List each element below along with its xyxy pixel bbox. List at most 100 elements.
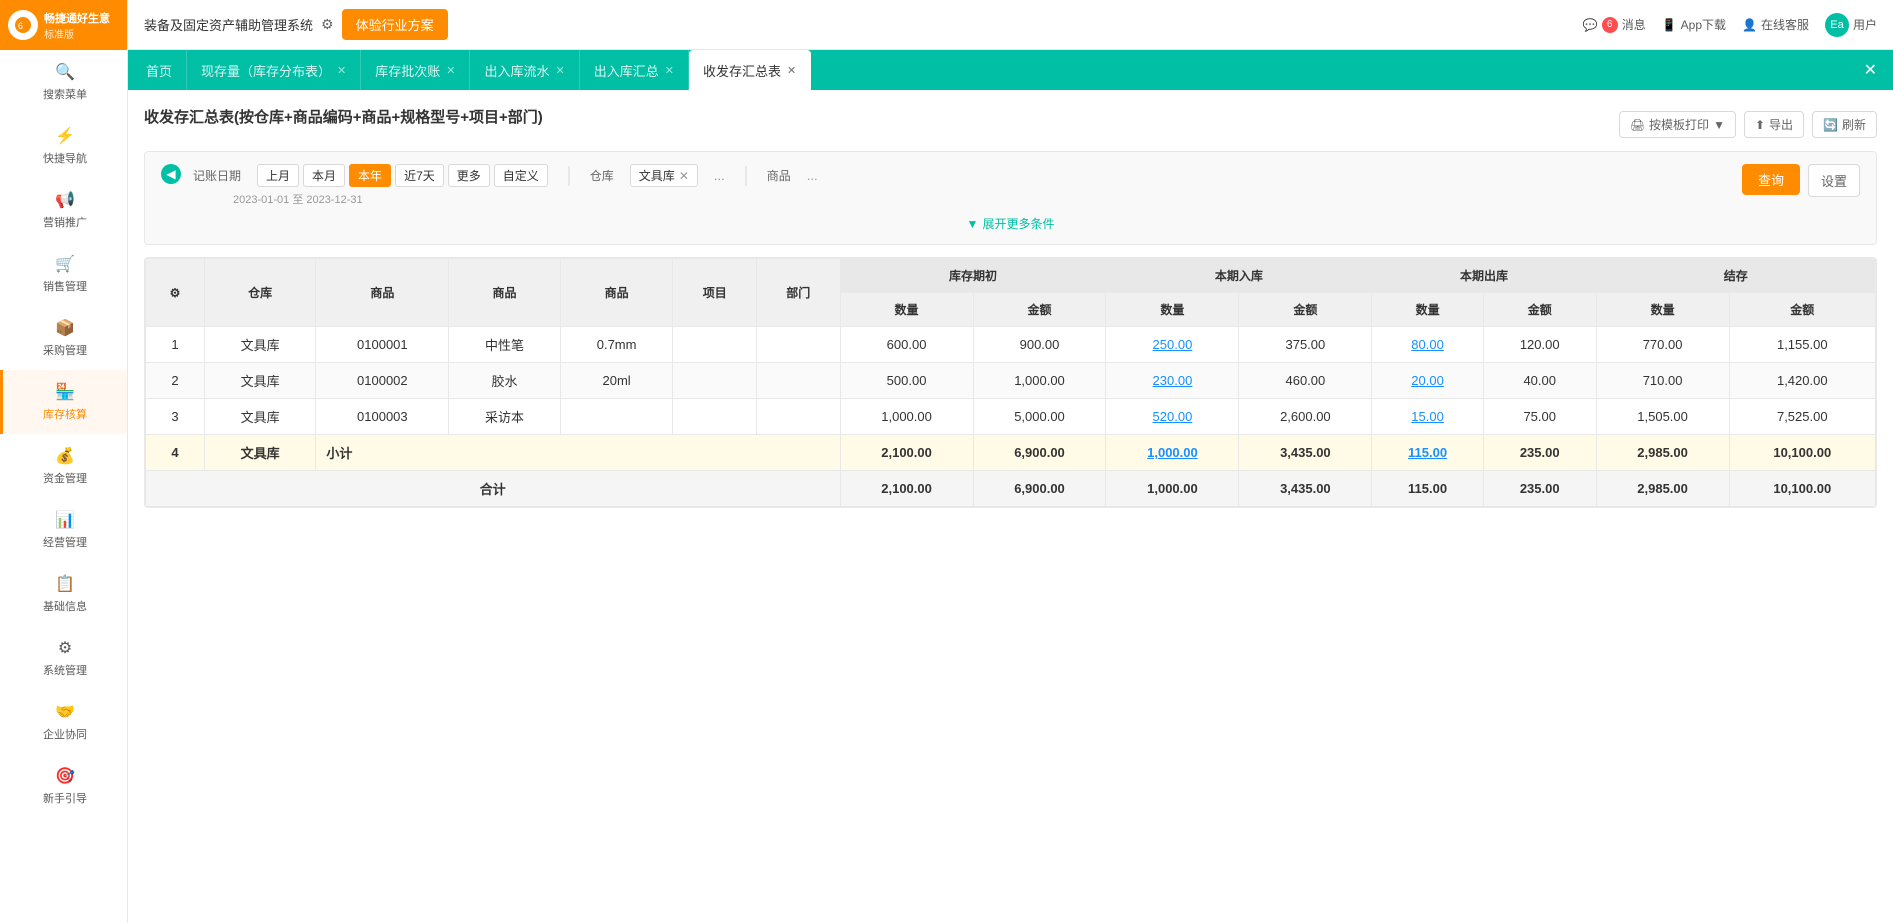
date-btn-last-month[interactable]: 上月 — [257, 164, 299, 187]
sidebar-item-finance[interactable]: 💰 资金管理 — [0, 434, 127, 498]
in-amt-header: 金额 — [1239, 293, 1372, 327]
date-btn-this-year[interactable]: 本年 — [349, 164, 391, 187]
logo-icon: 6 — [8, 10, 38, 40]
out-qty-header: 数量 — [1372, 293, 1483, 327]
sidebar-item-enterprise[interactable]: 🤝 企业协同 — [0, 690, 127, 754]
warehouse-tag-close[interactable]: ✕ — [679, 169, 689, 183]
top-actions: 收发存汇总表(按仓库+商品编码+商品+规格型号+项目+部门) 🖨 按模板打印 ▼… — [144, 106, 1877, 143]
sidebar-item-quicknav[interactable]: ⚡ 快捷导航 — [0, 114, 127, 178]
export-icon: ⬆ — [1755, 118, 1765, 132]
date-btn-7days[interactable]: 近7天 — [395, 164, 444, 187]
out-group-header: 本期出库 — [1372, 259, 1596, 293]
settings-btn[interactable]: 设置 — [1808, 164, 1860, 197]
sidebar-item-inventory[interactable]: 🏪 库存核算 — [0, 370, 127, 434]
chevron-down-icon: ▼ — [967, 217, 979, 231]
date-buttons: 上月 本月 本年 近7天 更多 自定义 — [257, 164, 548, 187]
tab-close-summary[interactable]: ✕ — [665, 64, 674, 77]
tab-close-receive[interactable]: ✕ — [787, 64, 796, 77]
sidebar-item-basic[interactable]: 📋 基础信息 — [0, 562, 127, 626]
data-table: ⚙ 仓库 商品 商品 商品 项目 部门 库存期初 本期入库 本期出库 结存 — [145, 258, 1876, 507]
total-bal-qty: 2,985.00 — [1596, 471, 1729, 507]
export-btn[interactable]: ⬆ 导出 — [1744, 111, 1804, 138]
tab-receive[interactable]: 收发存汇总表 ✕ — [689, 50, 811, 90]
logo-text: 畅捷通好生意 标准版 — [44, 10, 110, 41]
table-row: 1 文具库 0100001 中性笔 0.7mm 600.00 900.00 25… — [146, 327, 1876, 363]
service-icon: 👤 — [1742, 18, 1757, 32]
sidebar-item-purchase[interactable]: 📦 采购管理 — [0, 306, 127, 370]
total-open-qty: 2,100.00 — [840, 471, 973, 507]
logo: 6 畅捷通好生意 标准版 — [0, 0, 127, 50]
code-col-header: 商品 — [316, 259, 449, 327]
filter-bar: ◀ 记账日期 上月 本月 本年 近7天 更多 自定义 — [144, 151, 1877, 245]
refresh-icon: 🔄 — [1823, 118, 1838, 132]
expand-filter-btn[interactable]: ▼ 展开更多条件 — [161, 215, 1860, 232]
warehouse-tag: 文具库 ✕ — [630, 164, 698, 187]
sidebar-item-system[interactable]: ⚙ 系统管理 — [0, 626, 127, 690]
open-qty-header: 数量 — [840, 293, 973, 327]
avatar: Ea — [1825, 13, 1849, 37]
tab-stock[interactable]: 现存量（库存分布表） ✕ — [187, 50, 361, 90]
filter-actions: 查询 设置 — [1742, 164, 1860, 197]
purchase-icon: 📦 — [55, 318, 75, 338]
total-open-amt: 6,900.00 — [973, 471, 1106, 507]
sidebar-item-sales[interactable]: 🛒 销售管理 — [0, 242, 127, 306]
warehouse-col-header: 仓库 — [204, 259, 315, 327]
bal-qty-header: 数量 — [1596, 293, 1729, 327]
user-btn[interactable]: Ea 用户 — [1825, 13, 1877, 37]
sidebar-item-search[interactable]: 🔍 搜索菜单 — [0, 50, 127, 114]
tab-home[interactable]: 首页 — [132, 50, 187, 90]
app-download-btn[interactable]: 📱 App下载 — [1662, 16, 1726, 33]
sales-icon: 🛒 — [55, 254, 75, 274]
tab-close-flow[interactable]: ✕ — [556, 64, 565, 77]
settings-col-header[interactable]: ⚙ — [146, 259, 205, 327]
total-bal-amt: 10,100.00 — [1729, 471, 1875, 507]
tab-summary[interactable]: 出入库汇总 ✕ — [580, 50, 689, 90]
date-btn-custom[interactable]: 自定义 — [494, 164, 548, 187]
phone-icon: 📱 — [1662, 18, 1677, 32]
search-icon: 🔍 — [55, 62, 75, 82]
print-btn[interactable]: 🖨 按模板打印 ▼ — [1619, 111, 1736, 138]
spec-col-header: 商品 — [560, 259, 673, 327]
online-service-btn[interactable]: 👤 在线客服 — [1742, 16, 1809, 33]
basic-icon: 📋 — [55, 574, 75, 594]
marketing-icon: 📢 — [55, 190, 75, 210]
project-col-header: 项目 — [673, 259, 757, 327]
print-icon: 🖨 — [1630, 118, 1645, 132]
query-btn[interactable]: 查询 — [1742, 164, 1800, 195]
system-icon: ⚙ — [58, 638, 72, 658]
total-out-qty: 115.00 — [1372, 471, 1483, 507]
tab-batch[interactable]: 库存批次账 ✕ — [361, 50, 470, 90]
sidebar-item-marketing[interactable]: 📢 营销推广 — [0, 178, 127, 242]
total-label: 合计 — [146, 471, 841, 507]
sidebar-item-newbie[interactable]: 🎯 新手引导 — [0, 754, 127, 818]
tab-bar: 首页 现存量（库存分布表） ✕ 库存批次账 ✕ 出入库流水 ✕ 出入库汇总 ✕ … — [128, 50, 1893, 90]
message-btn[interactable]: 💬 6 消息 — [1583, 16, 1646, 33]
top-bar-actions: 💬 6 消息 📱 App下载 👤 在线客服 Ea 用户 — [1583, 13, 1877, 37]
goods-dots[interactable]: ... — [807, 168, 818, 183]
tab-close-batch[interactable]: ✕ — [446, 64, 455, 77]
page-container: 收发存汇总表(按仓库+商品编码+商品+规格型号+项目+部门) 🖨 按模板打印 ▼… — [128, 90, 1893, 923]
quicknav-icon: ⚡ — [55, 126, 75, 146]
sidebar-item-operations[interactable]: 📊 经营管理 — [0, 498, 127, 562]
name-col-header: 商品 — [449, 259, 560, 327]
refresh-btn[interactable]: 🔄 刷新 — [1812, 111, 1877, 138]
chevron-down-icon: ▼ — [1713, 118, 1725, 132]
tab-bar-close-btn[interactable]: ✕ — [1852, 60, 1889, 80]
tab-flow[interactable]: 出入库流水 ✕ — [470, 50, 579, 90]
total-out-amt: 235.00 — [1483, 471, 1596, 507]
collapse-btn[interactable]: ◀ — [161, 164, 181, 184]
newbie-icon: 🎯 — [55, 766, 75, 786]
out-amt-header: 金额 — [1483, 293, 1596, 327]
svg-text:6: 6 — [18, 21, 23, 31]
sidebar: 6 畅捷通好生意 标准版 🔍 搜索菜单 ⚡ 快捷导航 📢 营销推广 🛒 销售管理… — [0, 0, 128, 923]
data-table-wrapper: ⚙ 仓库 商品 商品 商品 项目 部门 库存期初 本期入库 本期出库 结存 — [144, 257, 1877, 508]
settings-icon[interactable]: ⚙ — [321, 16, 334, 33]
warehouse-dots[interactable]: ... — [714, 168, 725, 183]
date-btn-this-month[interactable]: 本月 — [303, 164, 345, 187]
subtotal-row: 4 文具库 小计 2,100.00 6,900.00 1,000.00 3,43… — [146, 435, 1876, 471]
experience-btn[interactable]: 体验行业方案 — [342, 9, 448, 40]
date-btn-more[interactable]: 更多 — [448, 164, 490, 187]
inventory-icon: 🏪 — [55, 382, 75, 402]
dept-col-header: 部门 — [757, 259, 841, 327]
tab-close-stock[interactable]: ✕ — [337, 64, 346, 77]
